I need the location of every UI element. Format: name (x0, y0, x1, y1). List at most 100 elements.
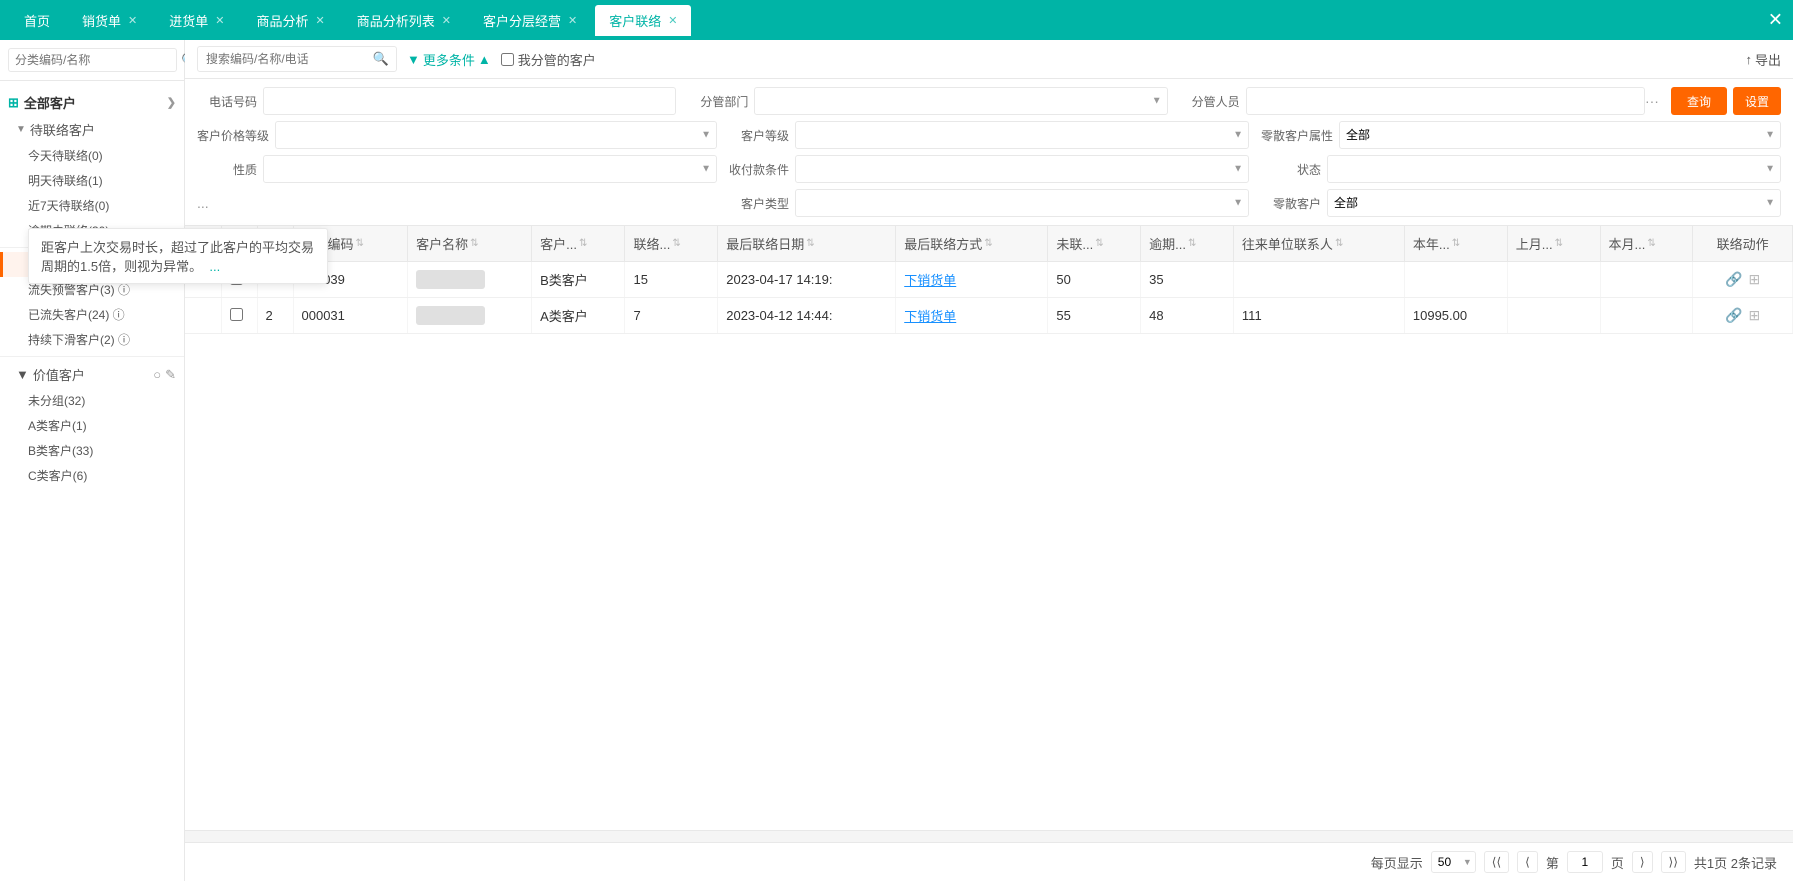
nav-tab-customer-tier[interactable]: 客户分层经营 ✕ (469, 5, 591, 36)
th-actions: 联络动作 (1693, 226, 1793, 262)
page-number-input[interactable] (1567, 851, 1603, 873)
retail-attr-select[interactable]: 全部 (1339, 121, 1781, 149)
sort-icon: ⇅ (356, 238, 364, 249)
sidebar-value-customers: ▼ 价值客户 ○ ✎ (0, 361, 184, 388)
sidebar-item-churned[interactable]: 已流失客户(24) ⓘ (0, 302, 184, 327)
nav-tab-customer-contact[interactable]: 客户联络 ✕ (595, 5, 691, 36)
th-last-month[interactable]: 上月... ⇅ (1507, 226, 1600, 262)
th-this-year[interactable]: 本年... ⇅ (1404, 226, 1507, 262)
status-select[interactable] (1327, 155, 1781, 183)
cell-last-contact-type[interactable]: 下销货单 (896, 298, 1048, 334)
cell-last-contact-date: 2023-04-17 14:19: (718, 262, 896, 298)
th-last-contact-type[interactable]: 最后联络方式 ⇅ (896, 226, 1048, 262)
sidebar-group-pending[interactable]: ▼ 待联络客户 (0, 116, 184, 143)
page-size-select[interactable]: 20 50 100 200 (1431, 851, 1476, 873)
sidebar-item-a-class[interactable]: A类客户(1) (0, 413, 184, 438)
filter-buttons: 查询 设置 (1671, 87, 1781, 115)
horizontal-scrollbar[interactable] (185, 830, 1793, 842)
gender-select[interactable] (263, 155, 717, 183)
th-contact[interactable]: 联络... ⇅ (625, 226, 718, 262)
cell-index: 2 (257, 298, 293, 334)
sidebar-item-7days[interactable]: 近7天待联络(0) (0, 193, 184, 218)
link-icon[interactable]: 🔗 (1725, 271, 1742, 288)
row-checkbox[interactable] (230, 308, 243, 321)
customer-level-select[interactable] (795, 121, 1249, 149)
phone-input[interactable] (263, 87, 676, 115)
retail-customer-select-wrap: 全部 ▼ (1327, 189, 1781, 217)
search-input[interactable] (197, 46, 397, 72)
nav-tab-product-analysis[interactable]: 商品分析 ✕ (242, 5, 338, 36)
close-icon[interactable]: ✕ (568, 14, 577, 27)
close-icon[interactable]: ✕ (668, 14, 677, 27)
filter-bar: 🔍 ▼ 更多条件 ▲ 我分管的客户 ↑ 导出 (185, 40, 1793, 79)
sidebar-all-customers[interactable]: ⊞ 全部客户 ❯ (0, 89, 184, 116)
next-page-button[interactable]: ⟩ (1632, 851, 1653, 873)
sidebar-item-ungroup[interactable]: 未分组(32) (0, 388, 184, 413)
export-button[interactable]: ↑ 导出 (1745, 50, 1781, 69)
customer-table: ⚙ 客户编码 ⇅ 客户名称 (185, 226, 1793, 334)
edit-icon[interactable]: ✎ (165, 367, 176, 383)
close-icon[interactable]: ✕ (128, 14, 137, 27)
close-all-button[interactable]: ✕ (1768, 10, 1783, 31)
th-last-contact-date[interactable]: 最后联络日期 ⇅ (718, 226, 896, 262)
th-type[interactable]: 客户... ⇅ (532, 226, 625, 262)
manager-input[interactable] (1246, 87, 1645, 115)
sort-icon: ⇅ (1335, 238, 1343, 249)
prev-page-button[interactable]: ⟨ (1517, 851, 1538, 873)
grid-action-icon[interactable]: ⊞ (1748, 307, 1760, 324)
more-icon[interactable]: ··· (1645, 93, 1659, 109)
settings-button[interactable]: 设置 (1733, 87, 1781, 115)
cell-uncontacted: 55 (1048, 298, 1141, 334)
cell-this-month (1600, 298, 1693, 334)
th-uncontacted[interactable]: 未联... ⇅ (1048, 226, 1141, 262)
main-layout: 🔍 ⊞ 全部客户 ❯ ▼ 待联络客户 今天待联络(0) 明天待联络(1) 近7天… (0, 40, 1793, 881)
th-this-month[interactable]: 本月... ⇅ (1600, 226, 1693, 262)
chevron-right-icon[interactable]: ❯ (167, 96, 176, 109)
sidebar-item-today[interactable]: 今天待联络(0) (0, 143, 184, 168)
more-icon[interactable]: ... (197, 195, 209, 211)
cell-name: ████ (408, 298, 532, 334)
more-conditions-button[interactable]: ▼ 更多条件 ▲ (407, 50, 491, 69)
first-page-button[interactable]: ⟨⟨ (1484, 851, 1509, 873)
filter-row-2: 客户价格等级 ▼ 客户等级 ▼ 零散客户属性 (197, 121, 1781, 149)
pagination-bar: 每页显示 20 50 100 200 ▼ ⟨⟨ ⟨ 第 页 ⟩ ⟩⟩ 共1页 2… (185, 842, 1793, 881)
retail-customer-select[interactable]: 全部 (1327, 189, 1781, 217)
close-icon[interactable]: ✕ (316, 14, 325, 27)
export-icon: ↑ (1745, 52, 1752, 67)
th-name[interactable]: 客户名称 ⇅ (408, 226, 532, 262)
filter-icon: ▼ (407, 52, 420, 67)
nav-tab-sales[interactable]: 销货单 ✕ (68, 5, 151, 36)
cell-last-month (1507, 298, 1600, 334)
sidebar-item-tomorrow[interactable]: 明天待联络(1) (0, 168, 184, 193)
sidebar-item-b-class[interactable]: B类客户(33) (0, 438, 184, 463)
table-row: 2 000031 ████ A类客户 7 2023-04-12 14:44: 下… (185, 298, 1793, 334)
nav-tab-home[interactable]: 首页 (10, 5, 64, 36)
nav-tab-purchase[interactable]: 进货单 ✕ (155, 5, 238, 36)
customer-level-select-wrap: ▼ (795, 121, 1249, 149)
th-unit-contact[interactable]: 往来单位联系人 ⇅ (1233, 226, 1404, 262)
cell-overdue: 48 (1141, 298, 1234, 334)
sidebar-item-c-class[interactable]: C类客户(6) (0, 463, 184, 488)
close-icon[interactable]: ✕ (215, 14, 224, 27)
sidebar: 🔍 ⊞ 全部客户 ❯ ▼ 待联络客户 今天待联络(0) 明天待联络(1) 近7天… (0, 40, 185, 881)
sort-icon: ⇅ (1555, 238, 1563, 249)
dept-select[interactable] (754, 87, 1167, 115)
payment-select-wrap: ▼ (795, 155, 1249, 183)
refresh-icon[interactable]: ○ (153, 367, 161, 383)
sidebar-search-input[interactable] (8, 48, 177, 72)
my-customers-checkbox[interactable] (501, 53, 514, 66)
close-icon[interactable]: ✕ (442, 14, 451, 27)
customer-type-select[interactable] (795, 189, 1249, 217)
link-icon[interactable]: 🔗 (1725, 307, 1742, 324)
payment-select[interactable] (795, 155, 1249, 183)
th-overdue[interactable]: 逾期... ⇅ (1141, 226, 1234, 262)
nav-tab-product-list[interactable]: 商品分析列表 ✕ (343, 5, 465, 36)
cell-last-contact-type[interactable]: 下销货单 (896, 262, 1048, 298)
cell-check (221, 298, 257, 334)
cell-name: ████ (408, 262, 532, 298)
grid-action-icon[interactable]: ⊞ (1748, 271, 1760, 288)
price-level-select[interactable] (275, 121, 717, 149)
query-button[interactable]: 查询 (1671, 87, 1727, 115)
last-page-button[interactable]: ⟩⟩ (1661, 851, 1686, 873)
sidebar-item-declining[interactable]: 持续下滑客户(2) ⓘ (0, 327, 184, 352)
